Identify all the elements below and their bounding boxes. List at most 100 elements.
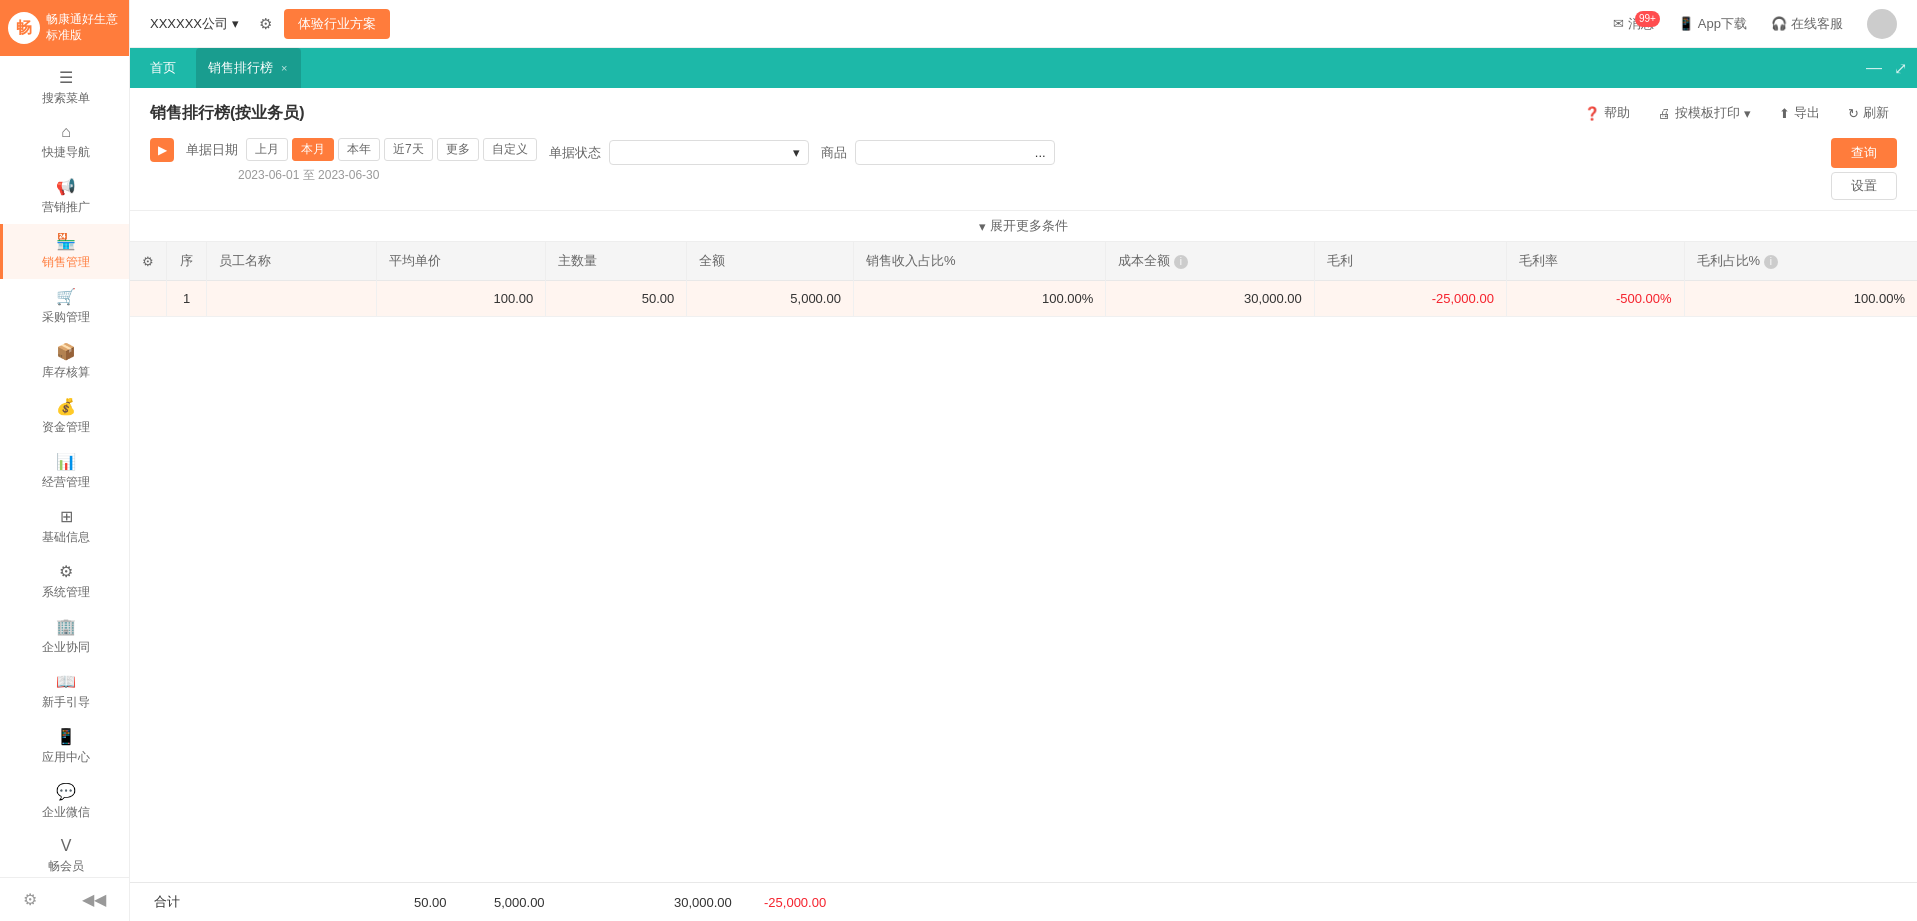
sidebar-item-label: 快捷导航 [42, 144, 90, 161]
settings-button[interactable]: 设置 [1831, 172, 1897, 200]
inventory-icon: 📦 [56, 342, 76, 361]
status-dropdown[interactable]: ▾ [609, 140, 809, 165]
th-amount: 全额 [687, 242, 854, 281]
refresh-button[interactable]: ↻ 刷新 [1840, 100, 1897, 126]
th-qty: 主数量 [546, 242, 687, 281]
th-settings[interactable]: ⚙ [130, 242, 167, 281]
chevron-down-icon: ▾ [232, 16, 239, 31]
sidebar-item-purchase[interactable]: 🛒 采购管理 [0, 279, 129, 334]
status-label: 单据状态 [549, 144, 601, 162]
query-button[interactable]: 查询 [1831, 138, 1897, 168]
date-btn-custom[interactable]: 自定义 [483, 138, 537, 161]
tab-close-icon[interactable]: × [279, 61, 289, 75]
sidebar-item-guide[interactable]: 📖 新手引导 [0, 664, 129, 719]
sales-icon: 🏪 [56, 232, 76, 251]
footer-profit: -25,000.00 [752, 895, 842, 910]
sidebar-item-marketing[interactable]: 📢 营销推广 [0, 169, 129, 224]
date-btn-more[interactable]: 更多 [437, 138, 479, 161]
date-buttons: 上月 本月 本年 近7天 更多 自定义 [246, 138, 537, 161]
company-selector[interactable]: XXXXXX公司 ▾ [142, 11, 247, 37]
sidebar-item-label: 企业微信 [42, 804, 90, 821]
page-header: 销售排行榜(按业务员) ❓ 帮助 🖨 按模板打印 ▾ ⬆ 导出 [130, 88, 1917, 211]
th-profit: 毛利 [1314, 242, 1506, 281]
member-icon: V [61, 837, 72, 855]
topbar-settings-icon[interactable]: ⚙ [255, 11, 276, 37]
date-btn-last-month[interactable]: 上月 [246, 138, 288, 161]
sidebar-item-label: 经营管理 [42, 474, 90, 491]
sidebar-item-sales[interactable]: 🏪 销售管理 [0, 224, 129, 279]
guide-icon: 📖 [56, 672, 76, 691]
purchase-icon: 🛒 [56, 287, 76, 306]
sidebar-item-label: 资金管理 [42, 419, 90, 436]
service-label: 在线客服 [1791, 15, 1843, 33]
system-icon: ⚙ [59, 562, 73, 581]
table-body: 1 100.00 50.00 5,000.00 100.00% 30,000.0… [130, 281, 1917, 317]
td-sales-pct: 100.00% [853, 281, 1105, 317]
sidebar-item-wechat[interactable]: 💬 企业微信 [0, 774, 129, 829]
date-btn-this-year[interactable]: 本年 [338, 138, 380, 161]
sidebar-item-search[interactable]: ☰ 搜索菜单 [0, 60, 129, 115]
app-download-button[interactable]: 📱 App下载 [1670, 11, 1755, 37]
sidebar-item-system[interactable]: ⚙ 系统管理 [0, 554, 129, 609]
sidebar-item-label: 销售管理 [42, 254, 90, 271]
megaphone-icon: 📢 [56, 177, 76, 196]
tab-sales-ranking[interactable]: 销售排行榜 × [196, 48, 301, 88]
collapse-icon[interactable]: ◀◀ [78, 886, 110, 913]
sidebar-item-quicknav[interactable]: ⌂ 快捷导航 [0, 115, 129, 169]
sidebar-item-label: 系统管理 [42, 584, 90, 601]
th-index: 序 [167, 242, 207, 281]
trial-button[interactable]: 体验行业方案 [284, 9, 390, 39]
sidebar-item-finance[interactable]: 💰 资金管理 [0, 389, 129, 444]
tab-home[interactable]: 首页 [134, 48, 192, 88]
goods-filter: 商品 ... [821, 140, 1055, 165]
sidebar-item-basic[interactable]: ⊞ 基础信息 [0, 499, 129, 554]
profit-pct-info-icon[interactable]: i [1764, 255, 1778, 269]
table-row[interactable]: 1 100.00 50.00 5,000.00 100.00% 30,000.0… [130, 281, 1917, 317]
td-avg-price: 100.00 [376, 281, 546, 317]
sidebar-item-operations[interactable]: 📊 经营管理 [0, 444, 129, 499]
sidebar-item-label: 企业协同 [42, 639, 90, 656]
export-icon: ⬆ [1779, 106, 1790, 121]
th-profit-rate: 毛利率 [1506, 242, 1684, 281]
print-button[interactable]: 🖨 按模板打印 ▾ [1650, 100, 1759, 126]
goods-input[interactable]: ... [855, 140, 1055, 165]
user-avatar[interactable] [1867, 9, 1897, 39]
date-btn-this-month[interactable]: 本月 [292, 138, 334, 161]
sidebar-logo: 畅 畅康通好生意 标准版 [0, 0, 129, 56]
tab-label: 销售排行榜 [208, 59, 273, 77]
sidebar-item-label: 营销推广 [42, 199, 90, 216]
operations-icon: 📊 [56, 452, 76, 471]
logo-text: 畅康通好生意 标准版 [46, 12, 118, 43]
footer-qty: 50.00 [402, 895, 482, 910]
expand-conditions-button[interactable]: ▾ 展开更多条件 [979, 217, 1068, 235]
th-cost: 成本全额 i [1106, 242, 1314, 281]
minimize-icon[interactable]: — [1860, 55, 1888, 81]
td-profit: -25,000.00 [1314, 281, 1506, 317]
table-footer: 合计 50.00 5,000.00 30,000.00 -25,000.00 [130, 882, 1917, 921]
wechat-icon: 💬 [56, 782, 76, 801]
sidebar-item-enterprise[interactable]: 🏢 企业协同 [0, 609, 129, 664]
message-icon: ✉ [1613, 16, 1624, 31]
filter-toggle-button[interactable]: ▶ [150, 138, 174, 162]
date-btn-7days[interactable]: 近7天 [384, 138, 433, 161]
sidebar-item-label: 畅会员 [48, 858, 84, 875]
help-button[interactable]: ❓ 帮助 [1576, 100, 1638, 126]
headset-icon: 🎧 [1771, 16, 1787, 31]
date-filter-row: 单据日期 上月 本月 本年 近7天 更多 自定义 [186, 138, 537, 161]
td-name [207, 281, 377, 317]
company-name: XXXXXX公司 [150, 15, 228, 33]
td-amount: 5,000.00 [687, 281, 854, 317]
sidebar-item-member[interactable]: V 畅会员 [0, 829, 129, 877]
app-label: App下载 [1698, 15, 1747, 33]
logo-icon: 畅 [8, 12, 40, 44]
sidebar-item-inventory[interactable]: 📦 库存核算 [0, 334, 129, 389]
sidebar-item-appcenter[interactable]: 📱 应用中心 [0, 719, 129, 774]
export-button[interactable]: ⬆ 导出 [1771, 100, 1828, 126]
date-range-text: 2023-06-01 至 2023-06-30 [238, 168, 379, 182]
online-service-button[interactable]: 🎧 在线客服 [1763, 11, 1851, 37]
cost-info-icon[interactable]: i [1174, 255, 1188, 269]
maximize-icon[interactable]: ⤢ [1888, 55, 1913, 82]
message-button[interactable]: ✉ 消息 99+ [1605, 11, 1662, 37]
content-area: 销售排行榜(按业务员) ❓ 帮助 🖨 按模板打印 ▾ ⬆ 导出 [130, 88, 1917, 921]
settings-bottom-icon[interactable]: ⚙ [19, 886, 41, 913]
